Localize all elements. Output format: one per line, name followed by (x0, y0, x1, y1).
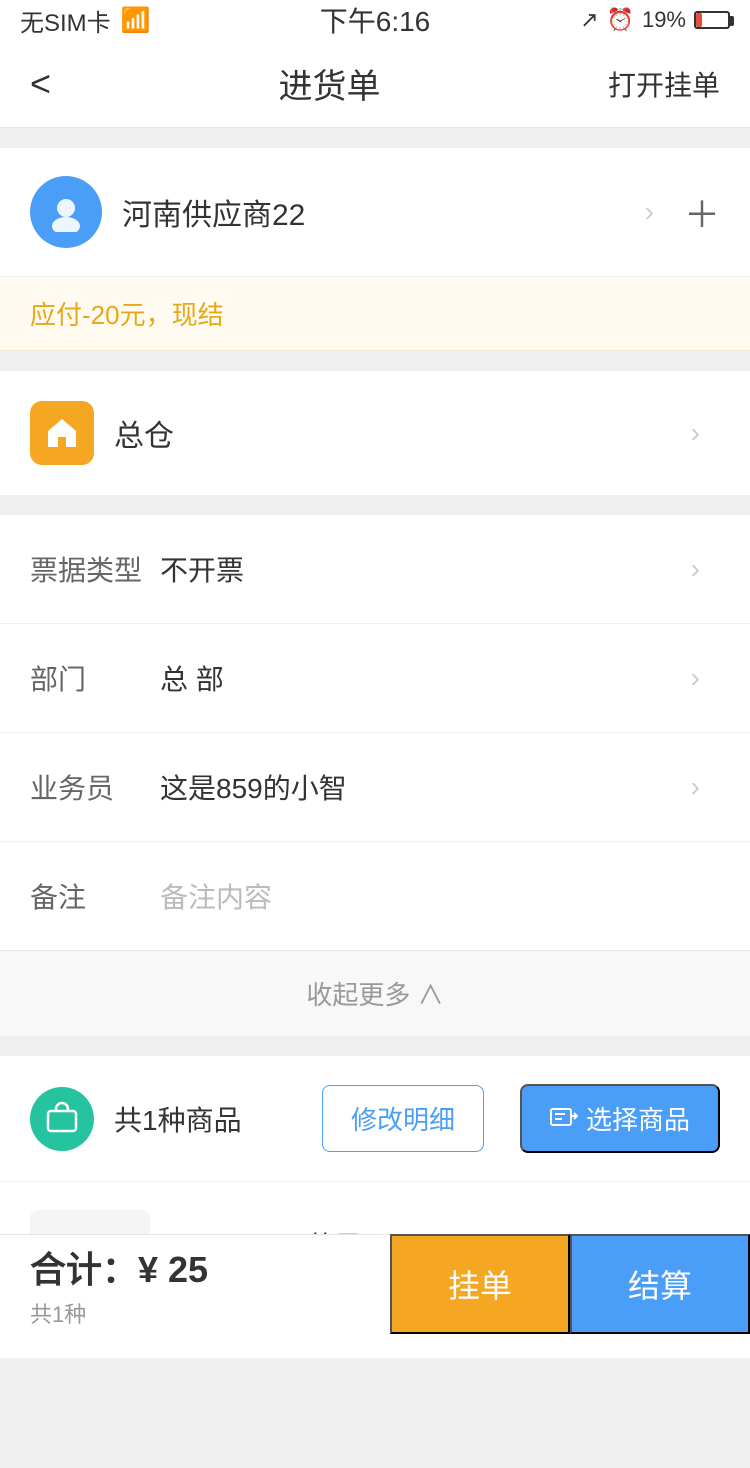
products-icon (30, 1087, 94, 1151)
sales-label: 业务员 (30, 767, 160, 807)
remark-label: 备注 (30, 876, 160, 916)
page-title: 进货单 (279, 59, 381, 108)
edit-detail-button[interactable]: 修改明细 (322, 1085, 484, 1152)
select-product-icon (550, 1108, 578, 1130)
collapse-row[interactable]: 收起更多 ∧ (0, 950, 750, 1036)
status-right: ↗ ⏰ 19% (580, 7, 730, 33)
warehouse-icon (30, 401, 94, 465)
sales-row[interactable]: 业务员 这是859的小智 › (0, 733, 750, 842)
form-section: 票据类型 不开票 › 部门 总 部 › 业务员 这是859的小智 › 备注 备注… (0, 515, 750, 950)
select-product-button[interactable]: 选择商品 (520, 1084, 720, 1153)
wifi-icon: 📶 (121, 6, 151, 35)
invoice-row[interactable]: 票据类型 不开票 › (0, 515, 750, 624)
section-gap-4 (0, 1036, 750, 1056)
select-product-label: 选择商品 (586, 1100, 690, 1137)
battery-icon (694, 11, 730, 29)
sales-value: 这是859的小智 (160, 767, 691, 807)
cart-icon (44, 1101, 80, 1137)
nav-bar: < 进货单 打开挂单 (0, 40, 750, 128)
department-chevron-icon: › (691, 662, 700, 694)
warehouse-row[interactable]: 总仓 › (0, 371, 750, 495)
section-gap-3 (0, 495, 750, 515)
status-bar: 无SIM卡 📶 下午6:16 ↗ ⏰ 19% (0, 0, 750, 40)
supplier-row[interactable]: 河南供应商22 › ＋ (0, 148, 750, 277)
products-header: 共1种商品 修改明细 选择商品 (0, 1056, 750, 1181)
supplier-chevron-icon: › (645, 196, 654, 228)
invoice-value: 不开票 (160, 549, 691, 589)
total-sub: 共1种 (30, 1297, 360, 1329)
warehouse-section: 总仓 › (0, 371, 750, 495)
footer: 合计：¥ 25 共1种 挂单 结算 (0, 1234, 750, 1334)
department-row[interactable]: 部门 总 部 › (0, 624, 750, 733)
total-value: ¥ 25 (138, 1249, 208, 1290)
supplier-avatar (30, 176, 102, 248)
status-time: 下午6:16 (320, 0, 431, 40)
add-button[interactable]: ＋ (684, 186, 720, 238)
notice-banner: 应付-20元，现结 (0, 277, 750, 351)
home-icon (44, 415, 80, 451)
bottom-padding (0, 1358, 750, 1468)
avatar-icon (46, 192, 86, 232)
location-icon: ↗ (580, 7, 598, 33)
supplier-section: 河南供应商22 › ＋ 应付-20元，现结 (0, 148, 750, 351)
warehouse-name: 总仓 (114, 411, 691, 455)
remark-row[interactable]: 备注 备注内容 (0, 842, 750, 950)
remark-input[interactable]: 备注内容 (160, 876, 720, 916)
battery-text: 19% (642, 7, 686, 33)
signal-text: 无SIM卡 (20, 3, 111, 38)
checkout-button[interactable]: 结算 (570, 1234, 750, 1334)
supplier-name: 河南供应商22 (122, 190, 645, 234)
section-gap-2 (0, 351, 750, 371)
status-left: 无SIM卡 📶 (20, 3, 151, 38)
back-button[interactable]: < (30, 63, 51, 105)
footer-total: 合计：¥ 25 共1种 (0, 1234, 390, 1334)
open-pending-button[interactable]: 打开挂单 (608, 64, 720, 104)
invoice-chevron-icon: › (691, 553, 700, 585)
warehouse-chevron-icon: › (691, 417, 700, 449)
alarm-icon: ⏰ (607, 7, 634, 33)
suspend-button[interactable]: 挂单 (390, 1234, 570, 1334)
sales-chevron-icon: › (691, 771, 700, 803)
total-label: 合计： (30, 1249, 138, 1290)
total-amount: 合计：¥ 25 (30, 1241, 360, 1293)
product-count-text: 共1种商品 (114, 1099, 302, 1139)
section-gap-1 (0, 128, 750, 148)
department-label: 部门 (30, 658, 160, 698)
department-value: 总 部 (160, 658, 691, 698)
invoice-label: 票据类型 (30, 549, 160, 589)
